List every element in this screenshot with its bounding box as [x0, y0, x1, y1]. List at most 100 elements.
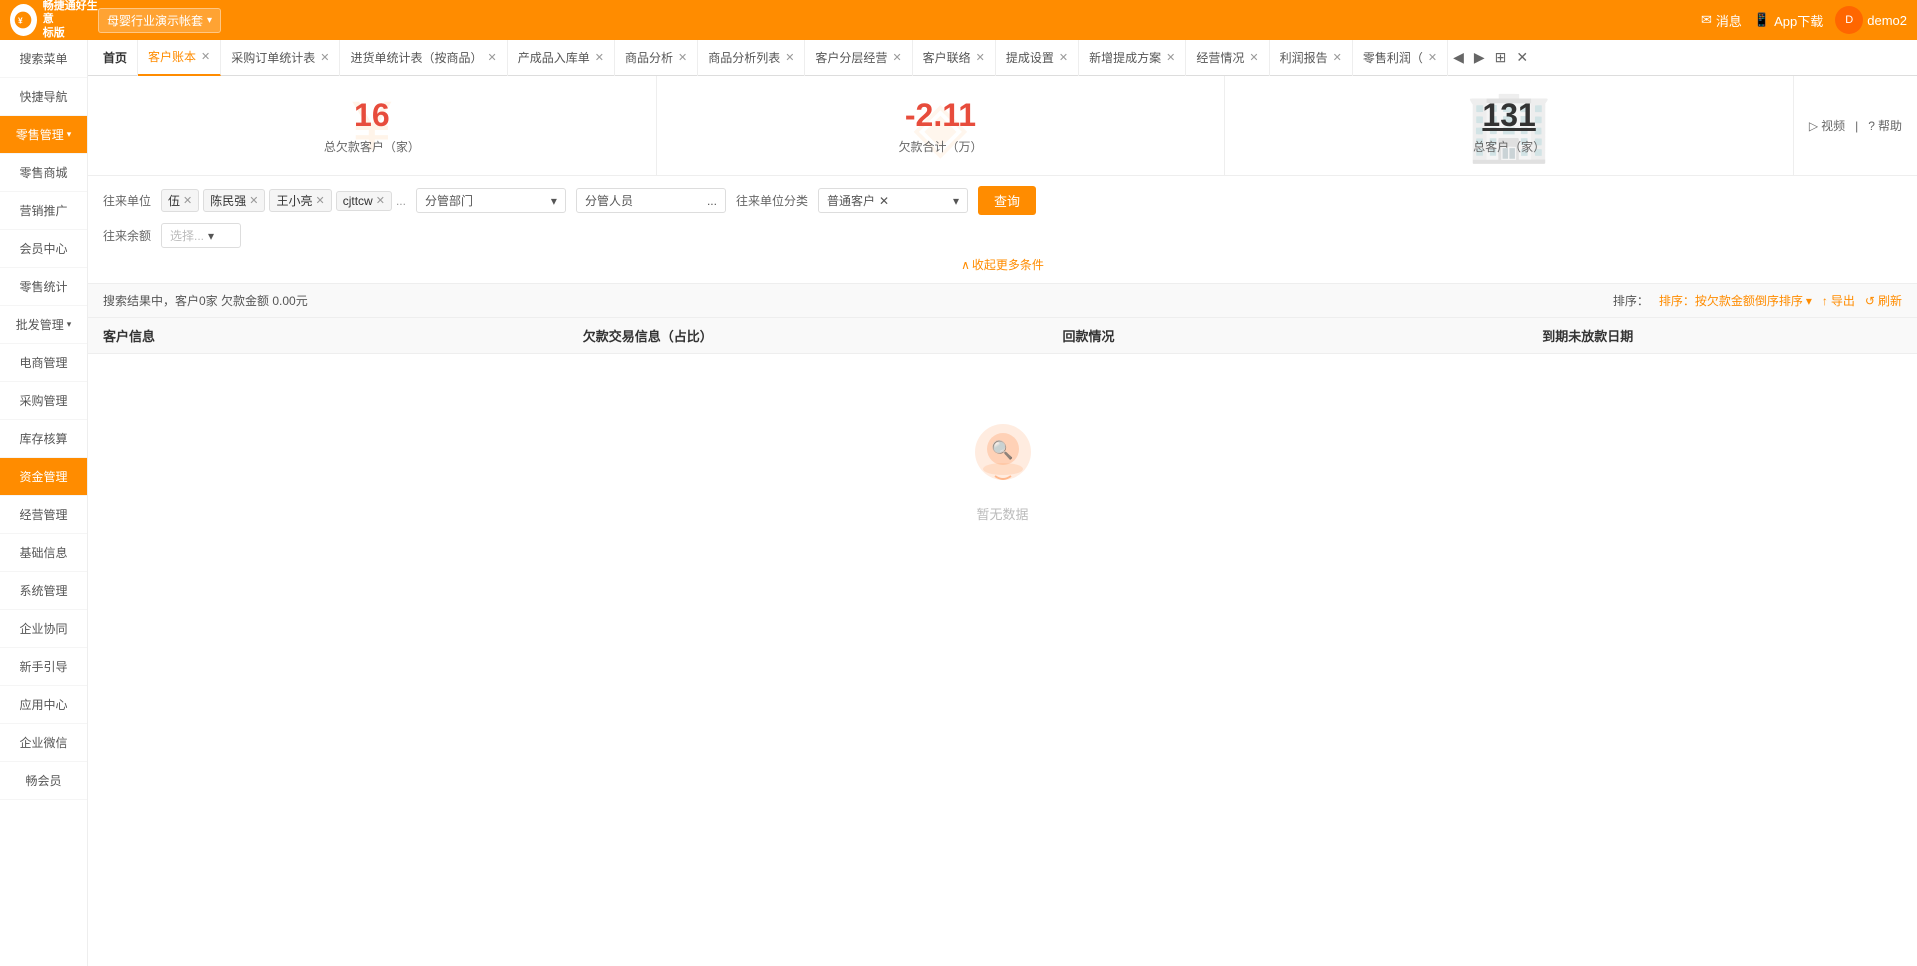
filter-bar: 往来单位 伍 ✕ 陈民强 ✕ 王小亮 — [88, 176, 1917, 284]
top-bar: ¥ 畅捷通好生意 标版 母婴行业演示帐套 ▾ ✉ 消息 📱 App下载 D de… — [0, 0, 1917, 40]
stat-value-all: 131 — [1482, 97, 1535, 134]
remove-tag-cjttcw[interactable]: ✕ — [376, 194, 385, 207]
sidebar-item-member-center[interactable]: 会员中心 — [0, 230, 87, 268]
sidebar-item-wholesale-mgmt[interactable]: 批发管理 ▾ — [0, 306, 87, 344]
dept-selector[interactable]: 分管部门 ▾ — [416, 188, 566, 213]
user-avatar[interactable]: D demo2 — [1835, 6, 1907, 34]
tab-next-btn[interactable]: ▶ — [1469, 49, 1490, 66]
app-download-btn[interactable]: 📱 App下载 — [1754, 11, 1823, 30]
tab-close-icon[interactable]: ✕ — [785, 51, 794, 64]
empty-illustration: 🔍 — [963, 414, 1043, 494]
tab-customer-tier[interactable]: 客户分层经营 ✕ — [805, 40, 912, 76]
export-icon: ↑ — [1822, 294, 1828, 308]
sidebar-item-ecommerce[interactable]: 电商管理 — [0, 344, 87, 382]
tab-product-analysis-list[interactable]: 商品分析列表 ✕ — [698, 40, 805, 76]
col-customer-info: 客户信息 — [103, 326, 583, 345]
search-button[interactable]: 查询 — [978, 186, 1036, 215]
tab-add-commission[interactable]: 新增提成方案 ✕ — [1079, 40, 1186, 76]
page-content: ¥ 16 总欠款客户（家） ◈ -2.11 欠款合计（万） 🏢 131 总 — [88, 76, 1917, 966]
tab-customer-account[interactable]: 客户账本 ✕ — [138, 40, 221, 76]
sidebar-item-retail-stats[interactable]: 零售统计 — [0, 268, 87, 306]
logo-icon: ¥ — [10, 4, 37, 36]
sidebar-item-basic-info[interactable]: 基础信息 — [0, 534, 87, 572]
sidebar-item-search-menu[interactable]: 搜索菜单 — [0, 40, 87, 78]
sidebar-item-inventory[interactable]: 库存核算 — [0, 420, 87, 458]
refresh-btn[interactable]: ↺ 刷新 — [1865, 292, 1902, 309]
collapse-filters-btn[interactable]: ∧ 收起更多条件 — [103, 256, 1902, 273]
sidebar-item-business-mgmt[interactable]: 经营管理 — [0, 496, 87, 534]
tab-close-icon[interactable]: ✕ — [1059, 51, 1068, 64]
tab-customer-contact[interactable]: 客户联络 ✕ — [913, 40, 996, 76]
stat-label-customers: 总欠款客户（家） — [324, 138, 420, 155]
sidebar-item-app-center[interactable]: 应用中心 — [0, 686, 87, 724]
chevron-down-icon: ▾ — [67, 129, 72, 140]
col-overdue-date: 到期未放款日期 — [1542, 326, 1902, 345]
tab-bar: 首页 客户账本 ✕ 采购订单统计表 ✕ 进货单统计表（按商品） ✕ 产成品入库单… — [88, 40, 1917, 76]
tab-close-icon[interactable]: ✕ — [976, 51, 985, 64]
unit-type-selector[interactable]: 普通客户 ✕ ▾ — [818, 188, 968, 213]
help-icon: ? — [1868, 119, 1875, 133]
sidebar-item-marketing[interactable]: 营销推广 — [0, 192, 87, 230]
sidebar-item-purchase[interactable]: 采购管理 — [0, 382, 87, 420]
download-icon: 📱 — [1754, 12, 1770, 28]
remove-tag-wu[interactable]: ✕ — [183, 194, 192, 207]
sidebar-item-retail-mgmt[interactable]: 零售管理 ▾ — [0, 116, 87, 154]
more-tags-btn[interactable]: ... — [396, 194, 406, 208]
sidebar-item-new-guide[interactable]: 新手引导 — [0, 648, 87, 686]
remove-unit-type[interactable]: ✕ — [879, 194, 889, 208]
top-right-area: ✉ 消息 📱 App下载 D demo2 — [1701, 6, 1907, 34]
tab-close-icon[interactable]: ✕ — [320, 51, 329, 64]
table-header: 客户信息 欠款交易信息（占比） 回款情况 到期未放款日期 — [88, 318, 1917, 354]
filter-tag-chen: 陈民强 ✕ — [203, 189, 265, 212]
retail-mgmt-label: 零售管理 — [16, 126, 64, 143]
sidebar-item-sys-mgmt[interactable]: 系统管理 — [0, 572, 87, 610]
tab-close-icon[interactable]: ✕ — [1166, 51, 1175, 64]
tab-close-icon[interactable]: ✕ — [488, 51, 497, 64]
tab-profit-report[interactable]: 利润报告 ✕ — [1270, 40, 1353, 76]
tab-close-icon[interactable]: ✕ — [201, 50, 210, 63]
tab-prev-btn[interactable]: ◀ — [1448, 49, 1469, 66]
tab-close-icon[interactable]: ✕ — [1333, 51, 1342, 64]
results-summary: 搜索结果中，客户0家 欠款金额 0.00元 — [103, 292, 308, 309]
tab-expand-btn[interactable]: ⊞ — [1490, 49, 1512, 66]
message-icon: ✉ — [1701, 12, 1712, 28]
sort-selector[interactable]: 排序：按欠款金额倒序排序 ▾ — [1659, 292, 1812, 309]
sidebar-item-retail-mall[interactable]: 零售商城 — [0, 154, 87, 192]
tab-close-icon[interactable]: ✕ — [678, 51, 687, 64]
stat-value-customers: 16 — [354, 97, 390, 134]
balance-selector[interactable]: 选择... ▾ — [161, 223, 241, 248]
col-debt-info: 欠款交易信息（占比） — [583, 326, 1063, 345]
tab-commission-settings[interactable]: 提成设置 ✕ — [996, 40, 1079, 76]
quick-nav-label: 快捷导航 — [19, 90, 67, 104]
tab-product-stock[interactable]: 产成品入库单 ✕ — [508, 40, 615, 76]
tab-retail-profit[interactable]: 零售利润（ ✕ — [1353, 40, 1448, 76]
sidebar-item-enterprise[interactable]: 企业协同 — [0, 610, 87, 648]
sidebar-item-member-club[interactable]: 畅会员 — [0, 762, 87, 800]
tab-home[interactable]: 首页 — [93, 40, 138, 76]
results-actions: 排序： 排序：按欠款金额倒序排序 ▾ ↑ 导出 ↺ 刷新 — [1613, 292, 1902, 309]
tab-close-icon[interactable]: ✕ — [1428, 51, 1437, 64]
tab-close-icon[interactable]: ✕ — [892, 51, 901, 64]
tab-business-status[interactable]: 经营情况 ✕ — [1186, 40, 1269, 76]
results-bar: 搜索结果中，客户0家 欠款金额 0.00元 排序： 排序：按欠款金额倒序排序 ▾… — [88, 284, 1917, 318]
sidebar-item-quick-nav[interactable]: 快捷导航 — [0, 78, 87, 116]
video-link[interactable]: ▷ 视频 — [1809, 117, 1845, 134]
tab-close-icon[interactable]: ✕ — [595, 51, 604, 64]
tab-product-analysis[interactable]: 商品分析 ✕ — [615, 40, 698, 76]
account-selector[interactable]: 母婴行业演示帐套 ▾ — [98, 8, 221, 33]
filter-tags-unit: 伍 ✕ 陈民强 ✕ 王小亮 ✕ — [161, 189, 406, 212]
person-selector[interactable]: 分管人员 ... — [576, 188, 726, 213]
empty-state: 🔍 暂无数据 — [88, 354, 1917, 583]
sidebar-item-finance[interactable]: 资金管理 — [0, 458, 87, 496]
remove-tag-chen[interactable]: ✕ — [249, 194, 258, 207]
tab-close-all-btn[interactable]: ✕ — [1511, 49, 1533, 66]
tab-close-icon[interactable]: ✕ — [1249, 51, 1258, 64]
export-btn[interactable]: ↑ 导出 — [1822, 292, 1855, 309]
message-btn[interactable]: ✉ 消息 — [1701, 11, 1742, 30]
unit-type-value: 普通客户 — [827, 192, 875, 209]
tab-purchase-stats[interactable]: 进货单统计表（按商品） ✕ — [340, 40, 507, 76]
sidebar-item-wechat-work[interactable]: 企业微信 — [0, 724, 87, 762]
help-link[interactable]: ? 帮助 — [1868, 117, 1902, 134]
remove-tag-wang[interactable]: ✕ — [316, 194, 325, 207]
tab-purchase-order[interactable]: 采购订单统计表 ✕ — [221, 40, 340, 76]
